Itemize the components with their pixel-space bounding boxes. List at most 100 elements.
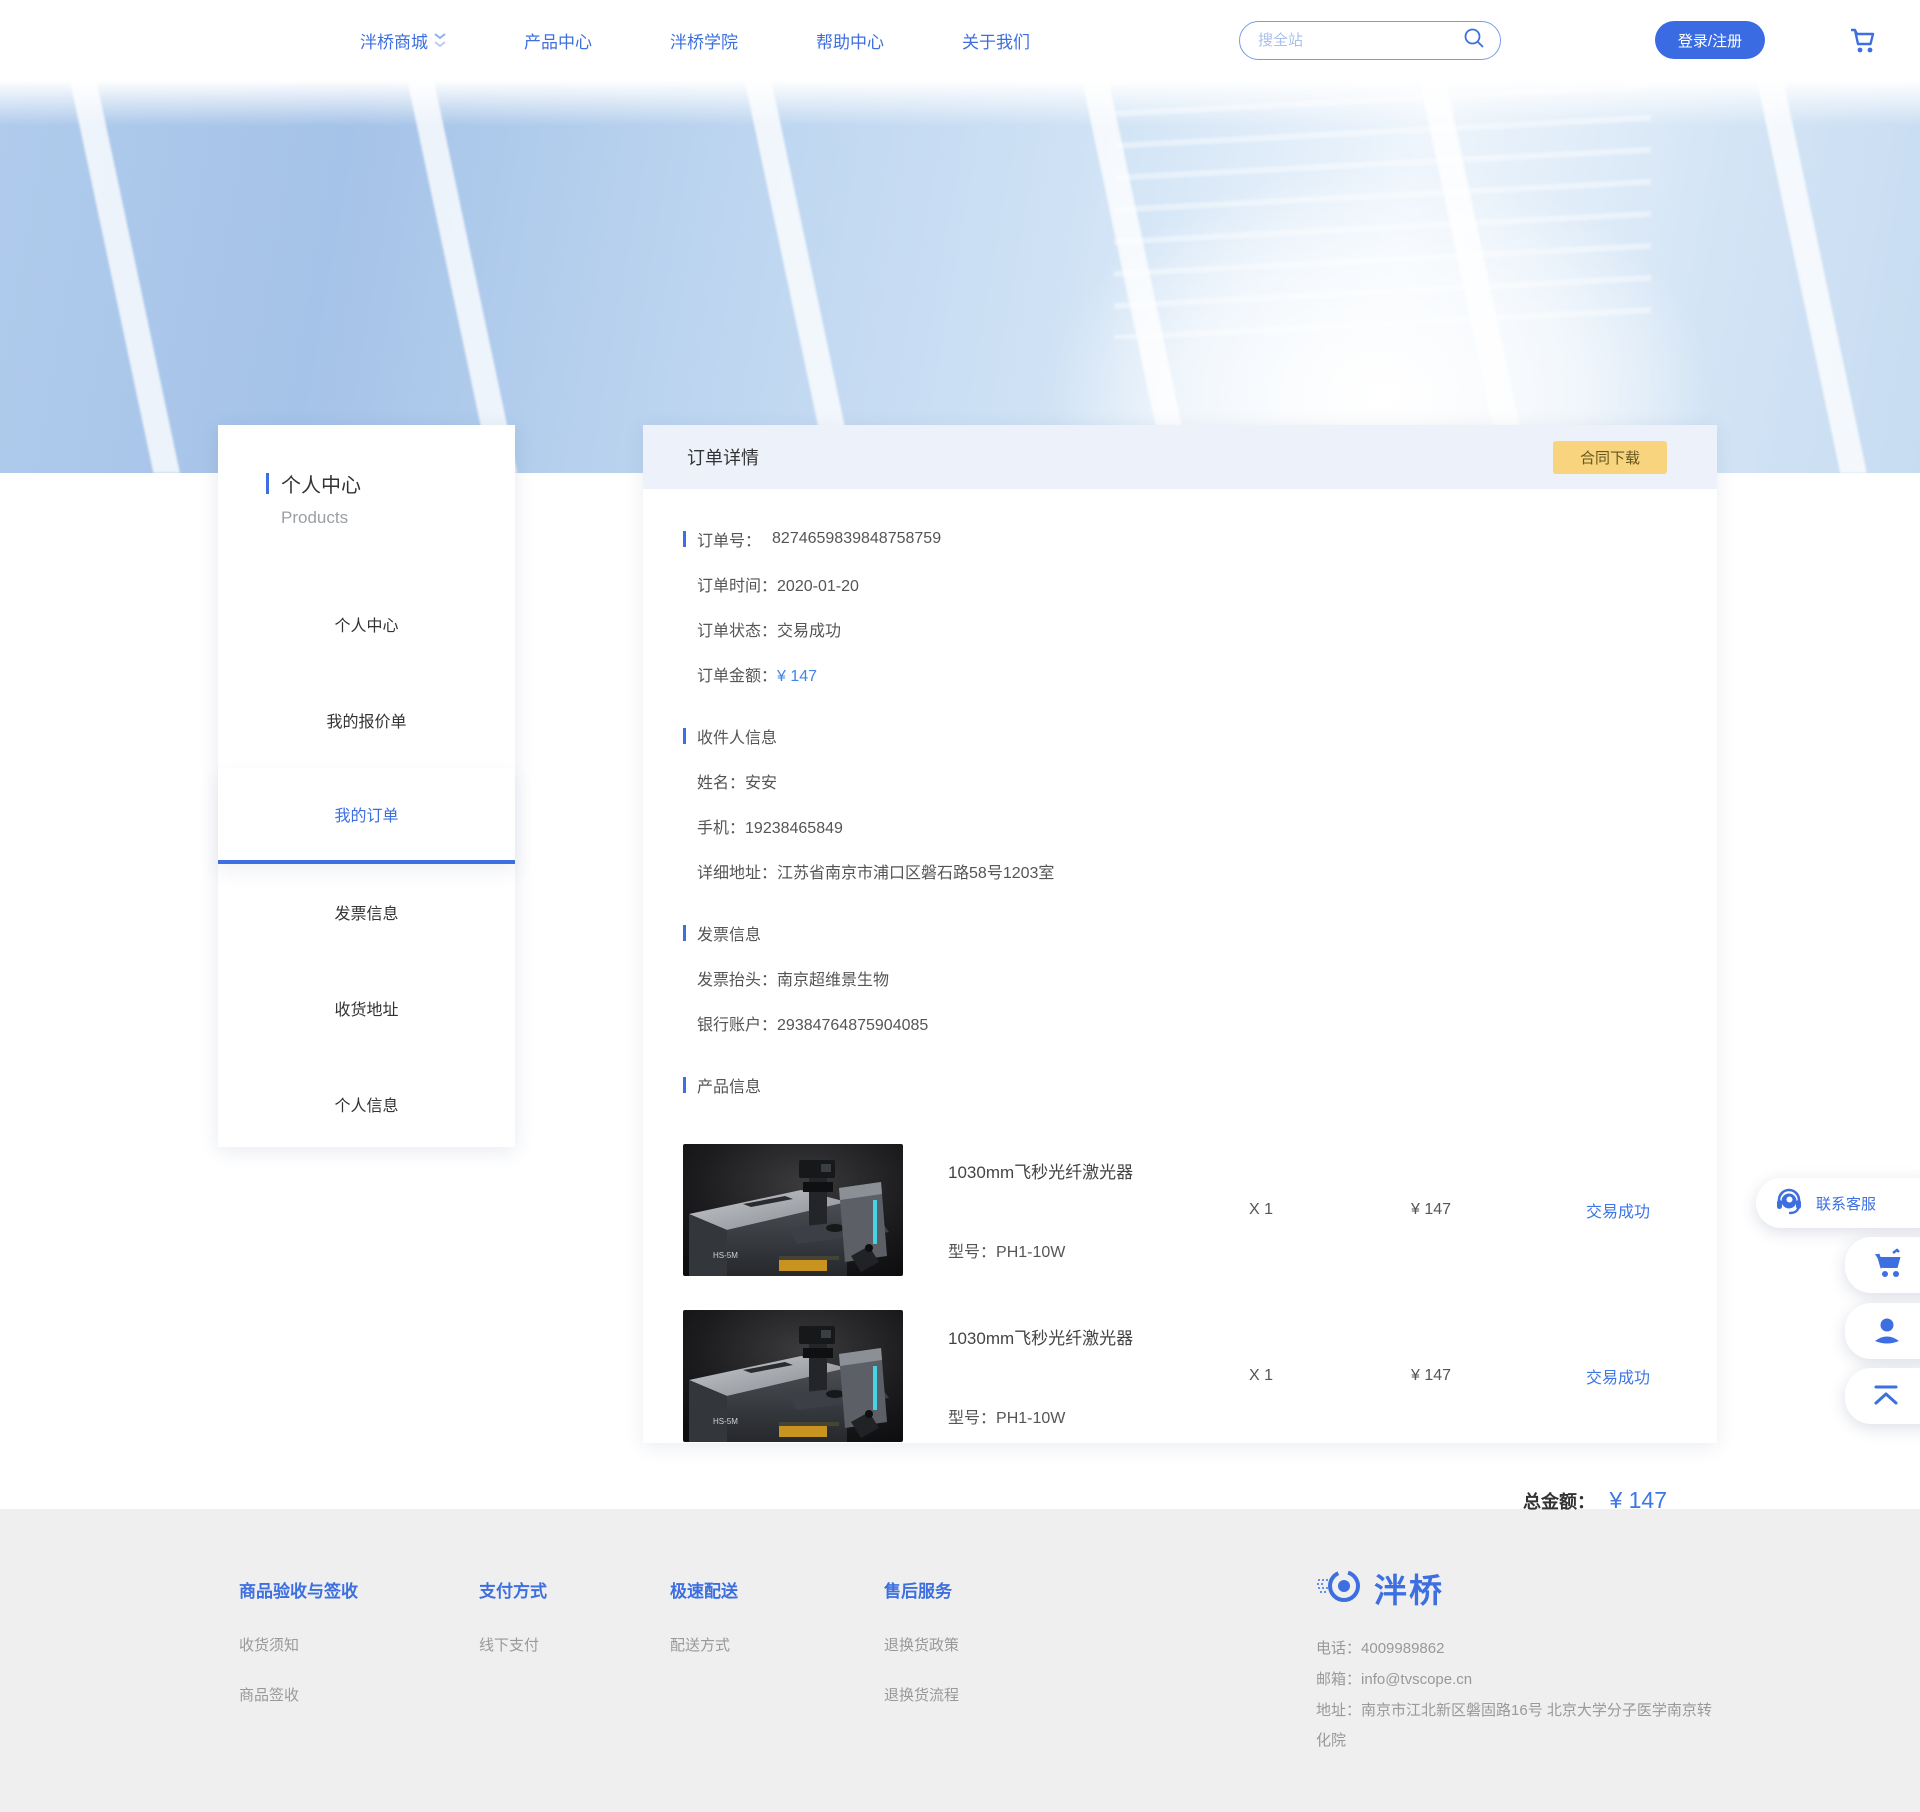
top-nav: 泮桥商城 产品中心 泮桥学院 帮助中心 关于我们 登录/注册 (0, 0, 1920, 80)
receiver-heading: 收件人信息 (697, 730, 778, 747)
receiver-phone-value: 19238465849 (745, 820, 843, 837)
page-footer: 商品验收与签收 收货须知 商品签收 支付方式 线下支付 极速配送 配送方式 售后… (0, 1509, 1920, 1812)
svg-text:HS-5M: HS-5M (713, 1417, 738, 1426)
footer-col-delivery: 极速配送 配送方式 (670, 1577, 738, 1684)
product-row[interactable]: HS-5M 1030mm飞秒光纤激光器 型号：PH1-10W X 1 ¥ 147… (683, 1144, 1671, 1276)
cart-icon (1875, 1248, 1901, 1277)
chevron-double-down-icon (434, 32, 446, 48)
sidebar-item-shipping-address[interactable]: 收货地址 (218, 960, 515, 1056)
product-price: ¥ 147 (1411, 1201, 1452, 1218)
contact-service-button[interactable]: 联系客服 (1756, 1178, 1920, 1228)
back-to-top-button[interactable] (1845, 1368, 1920, 1424)
banner-fade (0, 80, 1920, 126)
order-status-label: 订单状态： (697, 623, 778, 640)
invoice-account-value: 29384764875904085 (777, 1017, 929, 1034)
product-price: ¥ 147 (1411, 1367, 1452, 1384)
order-info-section: 订单号： 8274659839848758759 订单时间：2020-01-20… (683, 527, 1671, 686)
sidebar-item-my-quotes[interactable]: 我的报价单 (218, 672, 515, 768)
sidebar-item-invoice-info[interactable]: 发票信息 (218, 864, 515, 960)
order-number-label: 订单号： (697, 533, 762, 550)
panel-body: 订单号： 8274659839848758759 订单时间：2020-01-20… (643, 489, 1717, 1514)
footer-link[interactable]: 商品签收 (239, 1684, 358, 1705)
sidebar-title: 个人中心 (281, 475, 361, 497)
product-image: HS-5M (683, 1310, 903, 1442)
nav-item-about[interactable]: 关于我们 (962, 28, 1030, 53)
invoice-title-label: 发票抬头： (697, 972, 778, 989)
banner-glow (0, 80, 1920, 473)
footer-col-title[interactable]: 极速配送 (670, 1577, 738, 1602)
brand-logo-text: 泮桥 (1374, 1572, 1444, 1609)
footer-col-title[interactable]: 商品验收与签收 (239, 1577, 358, 1602)
footer-link[interactable]: 退换货流程 (884, 1684, 959, 1705)
section-accent-bar (683, 925, 686, 941)
contact-address-label: 地址： (1316, 1702, 1362, 1719)
footer-link[interactable]: 退换货政策 (884, 1634, 959, 1655)
footer-link[interactable]: 配送方式 (670, 1634, 738, 1655)
footer-link[interactable]: 收货须知 (239, 1634, 358, 1655)
footer-col-payment: 支付方式 线下支付 (479, 1577, 547, 1684)
nav-item-products[interactable]: 产品中心 (524, 28, 592, 53)
footer-link[interactable]: 线下支付 (479, 1634, 547, 1655)
contact-phone-value: 4009989862 (1361, 1640, 1445, 1657)
product-row[interactable]: HS-5M 1030mm飞秒光纤激光器 型号：PH1-10W X 1 ¥ 147… (683, 1310, 1671, 1442)
site-search (1239, 21, 1501, 60)
product-info-section: 产品信息 HS-5M 1030mm飞秒光纤激光器 型号：PH1-10W X 1 … (683, 1073, 1671, 1514)
contact-service-label: 联系客服 (1816, 1195, 1877, 1213)
svg-text:HS-5M: HS-5M (713, 1251, 738, 1260)
search-icon[interactable] (1462, 26, 1486, 55)
panel-title: 订单详情 (687, 448, 759, 468)
products-heading: 产品信息 (697, 1079, 762, 1096)
person-icon (1875, 1318, 1899, 1344)
product-status-link[interactable]: 交易成功 (1586, 1198, 1650, 1222)
sidebar-item-personal-info[interactable]: 个人信息 (218, 1056, 515, 1152)
footer-col-title[interactable]: 支付方式 (479, 1577, 547, 1602)
contact-address-value: 南京市江北新区磐固路16号 北京大学分子医学南京转化院 (1316, 1702, 1712, 1749)
nav-item-help[interactable]: 帮助中心 (816, 28, 884, 53)
order-total: 总金额： ¥ 147 (683, 1487, 1671, 1514)
footer-brand-block: 泮桥 电话：4009989862 邮箱：info@tvscope.cn 地址：南… (1316, 1564, 1726, 1757)
sidebar-subtitle: Products (281, 508, 349, 527)
contact-phone-label: 电话： (1316, 1640, 1362, 1657)
sidebar-item-my-orders[interactable]: 我的订单 (218, 768, 515, 864)
order-time-value: 2020-01-20 (777, 578, 859, 595)
login-register-button[interactable]: 登录/注册 (1655, 21, 1765, 59)
receiver-name-label: 姓名： (697, 775, 746, 792)
product-model: 型号：PH1-10W (948, 1410, 1066, 1427)
footer-col-title[interactable]: 售后服务 (884, 1577, 959, 1602)
arrow-to-top-icon (1874, 1385, 1898, 1405)
contact-email-label: 邮箱： (1316, 1671, 1362, 1688)
product-quantity: X 1 (1249, 1201, 1274, 1218)
order-amount-label: 订单金额： (697, 668, 778, 685)
order-detail-panel: 订单详情 合同下载 订单号： 8274659839848758759 订单时间：… (643, 425, 1717, 1513)
product-name: 1030mm飞秒光纤激光器 (948, 1329, 1134, 1348)
section-accent-bar (683, 1077, 686, 1093)
section-accent-bar (683, 531, 686, 547)
receiver-info-section: 收件人信息 姓名：安安 手机：19238465849 详细地址：江苏省南京市浦口… (683, 724, 1671, 883)
order-time-label: 订单时间： (697, 578, 778, 595)
invoice-account-label: 银行账户： (697, 1017, 778, 1034)
floating-account-button[interactable] (1845, 1303, 1920, 1359)
sidebar-menu: 个人中心 我的报价单 我的订单 发票信息 收货地址 个人信息 (218, 576, 515, 1152)
order-status-value: 交易成功 (777, 623, 842, 640)
headset-icon (1774, 1186, 1804, 1221)
nav-item-academy[interactable]: 泮桥学院 (670, 28, 738, 53)
search-input[interactable] (1258, 32, 1462, 49)
nav-item-brand-mall[interactable]: 泮桥商城 (360, 28, 446, 53)
title-accent-bar (266, 473, 269, 494)
hero-banner-image (0, 80, 1920, 473)
footer-col-aftersale: 售后服务 退换货政策 退换货流程 (884, 1577, 959, 1734)
product-quantity: X 1 (1249, 1367, 1274, 1384)
sidebar-item-personal-center[interactable]: 个人中心 (218, 576, 515, 672)
order-amount-value: ¥ 147 (777, 668, 818, 685)
footer-contact: 电话：4009989862 邮箱：info@tvscope.cn 地址：南京市江… (1316, 1634, 1726, 1756)
floating-cart-button[interactable] (1845, 1237, 1920, 1293)
sidebar-header: 个人中心 Products (218, 425, 515, 528)
cart-icon[interactable] (1845, 22, 1881, 58)
contract-download-button[interactable]: 合同下载 (1553, 440, 1667, 474)
brand-logo-icon (1317, 1570, 1360, 1602)
total-value: ¥ 147 (1609, 1487, 1667, 1513)
product-image: HS-5M (683, 1144, 903, 1276)
product-status-link[interactable]: 交易成功 (1586, 1364, 1650, 1388)
footer-col-acceptance: 商品验收与签收 收货须知 商品签收 (239, 1577, 358, 1734)
invoice-heading: 发票信息 (697, 927, 762, 944)
